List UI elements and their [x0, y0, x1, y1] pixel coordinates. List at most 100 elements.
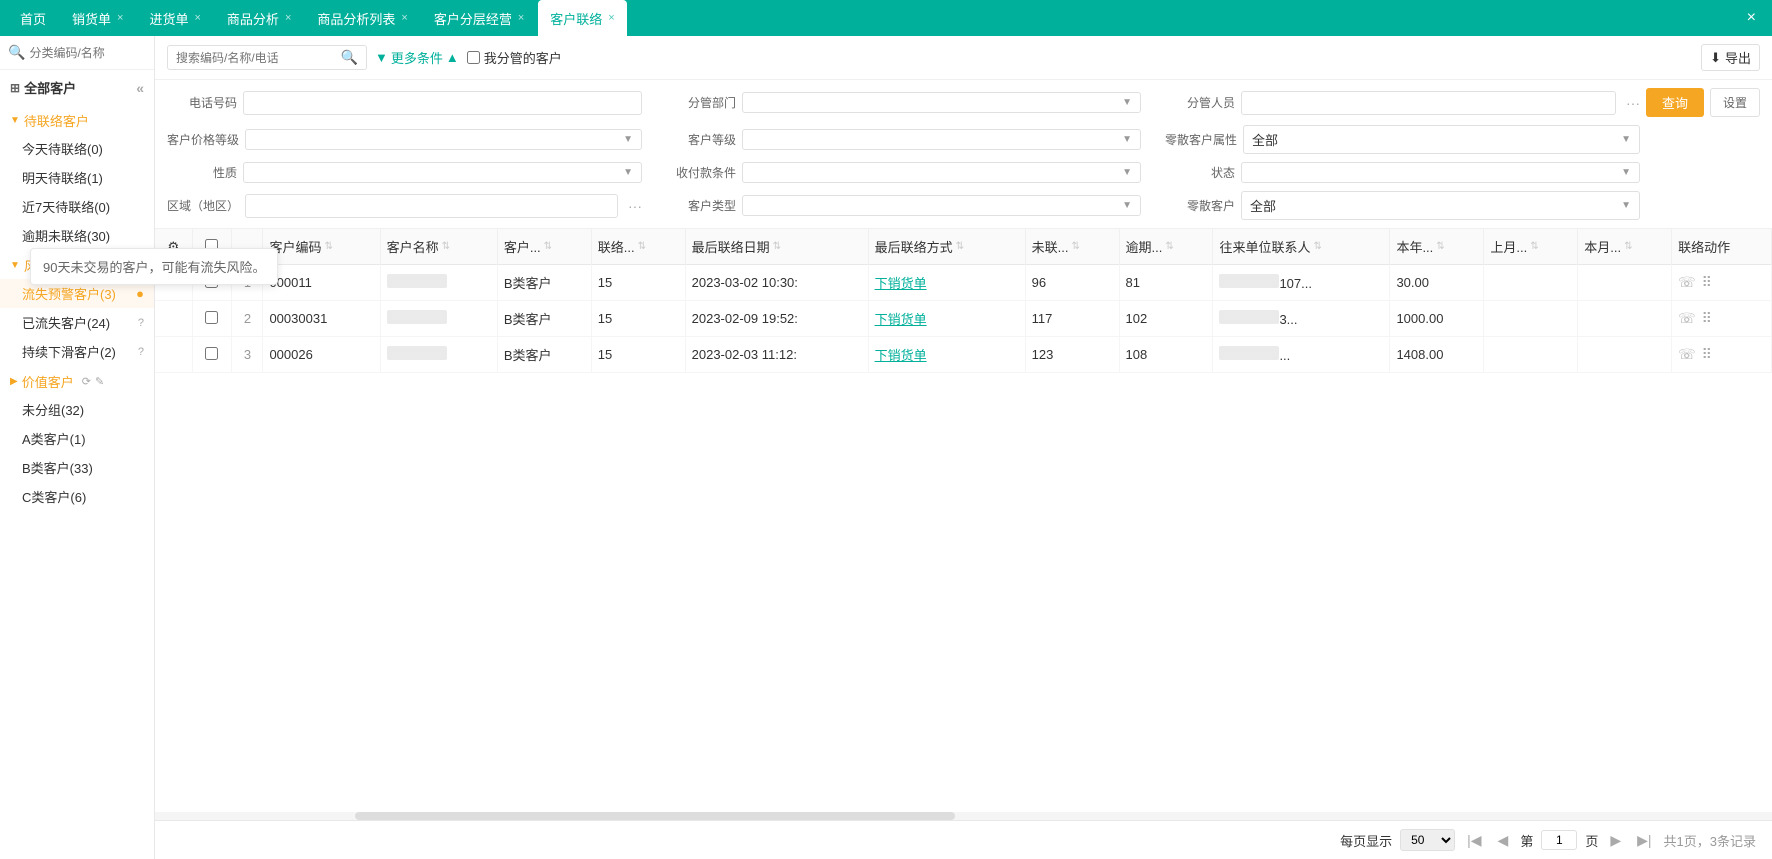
contact-icon[interactable]: ☏	[1678, 274, 1696, 291]
contact-icon[interactable]: ☏	[1678, 310, 1696, 327]
row-unit-contact-1: 107...	[1213, 265, 1390, 301]
sidebar-item-class-b[interactable]: B类客户(33)	[0, 453, 154, 482]
sidebar-group-pending[interactable]: ▼ 待联络客户	[0, 105, 154, 134]
filter-region: 区域（地区） ···	[167, 194, 642, 218]
search-input[interactable]	[176, 51, 337, 65]
more-action-icon[interactable]: ⠿	[1702, 346, 1712, 363]
row-name-3	[380, 337, 497, 373]
filter-phone-label: 电话号码	[167, 94, 237, 111]
filter-retail: 零散客户 全部 ▼	[1165, 191, 1640, 220]
filter-price-select[interactable]: ▼	[245, 129, 642, 150]
filter-retail-attr-select[interactable]: 全部 ▼	[1243, 125, 1640, 154]
scrollbar-thumb[interactable]	[355, 812, 955, 820]
last-month-col-header[interactable]: 上月... ⇅	[1484, 229, 1578, 265]
nav-tab-customer-contact[interactable]: 客户联络 ×	[538, 0, 626, 36]
sort-icon: ⇅	[1436, 241, 1444, 252]
nav-tab-analysis[interactable]: 商品分析 ×	[215, 0, 303, 36]
filter-type-select[interactable]: ▼	[742, 195, 1141, 216]
filter-region-label: 区域（地区）	[167, 197, 239, 214]
close-icon[interactable]: ×	[194, 12, 200, 24]
sidebar-item-class-c[interactable]: C类客户(6)	[0, 482, 154, 511]
prev-page-button[interactable]: ◀	[1494, 832, 1513, 849]
overdue-col-header[interactable]: 逾期... ⇅	[1119, 229, 1213, 265]
more-icon[interactable]: ···	[628, 198, 642, 214]
more-filter-button[interactable]: ▼ 更多条件 ▲	[375, 48, 459, 67]
first-page-button[interactable]: |◀	[1463, 832, 1485, 849]
row-checkbox-3[interactable]	[192, 337, 232, 373]
this-year-col-header[interactable]: 本年... ⇅	[1390, 229, 1484, 265]
this-month-col-header[interactable]: 本月... ⇅	[1578, 229, 1672, 265]
edit-icon[interactable]: ✎	[95, 375, 104, 388]
row-checkbox-2[interactable]	[192, 301, 232, 337]
horizontal-scrollbar[interactable]	[155, 812, 1772, 820]
export-button[interactable]: ⬇ 导出	[1701, 44, 1760, 71]
unit-contact-col-header[interactable]: 往来单位联系人 ⇅	[1213, 229, 1390, 265]
setting-button[interactable]: 设置	[1710, 88, 1760, 117]
sidebar-group-value[interactable]: ▶ 价值客户 ⟳ ✎	[0, 366, 154, 395]
nav-tab-home[interactable]: 首页	[8, 0, 58, 36]
filter-nature-select[interactable]: ▼	[243, 162, 642, 183]
filter-retail-attr: 零散客户属性 全部 ▼	[1165, 125, 1640, 154]
nav-tab-purchase[interactable]: 进货单 ×	[137, 0, 212, 36]
sidebar-item-ungrouped[interactable]: 未分组(32)	[0, 395, 154, 424]
my-customer-input[interactable]	[467, 51, 480, 64]
filter-payment-select[interactable]: ▼	[742, 162, 1141, 183]
filter-level-select[interactable]: ▼	[742, 129, 1141, 150]
risk-tooltip: 90天未交易的客户，可能有流失风险。	[30, 248, 155, 285]
sidebar-item-overdue[interactable]: 逾期未联络(30)	[0, 221, 154, 250]
close-icon[interactable]: ×	[285, 12, 291, 24]
nav-tab-customer-layer[interactable]: 客户分层经营 ×	[422, 0, 536, 36]
name-col-header[interactable]: 客户名称 ⇅	[380, 229, 497, 265]
close-icon[interactable]: ×	[117, 12, 123, 24]
query-button[interactable]: 查询	[1646, 88, 1704, 117]
filter-row-4: 区域（地区） ··· 客户类型 ▼ 零散客户 全部	[167, 191, 1760, 220]
sidebar-item-class-a[interactable]: A类客户(1)	[0, 424, 154, 453]
sidebar-search-input[interactable]	[29, 46, 146, 60]
search-button[interactable]: 🔍	[341, 49, 358, 66]
filter-region-input[interactable]	[245, 194, 618, 218]
filter-status-select[interactable]: ▼	[1241, 162, 1640, 183]
chevron-down-icon: ▼	[1621, 167, 1631, 178]
filter-manager-input[interactable]	[1241, 91, 1616, 115]
type-col-header[interactable]: 客户... ⇅	[497, 229, 591, 265]
filter-dept-select[interactable]: ▼	[742, 92, 1141, 113]
page-number-input[interactable]	[1541, 830, 1577, 850]
sidebar-all-customers[interactable]: ⊞ 全部客户 «	[0, 70, 154, 105]
filter-phone-input[interactable]	[243, 91, 642, 115]
close-icon[interactable]: ×	[608, 12, 614, 24]
more-action-icon[interactable]: ⠿	[1702, 274, 1712, 291]
more-action-icon[interactable]: ⠿	[1702, 310, 1712, 327]
per-page-select[interactable]: 50 100 200	[1400, 829, 1455, 851]
more-icon[interactable]: ···	[1626, 95, 1640, 111]
my-customer-checkbox[interactable]: 我分管的客户	[467, 48, 562, 67]
sidebar-item-tomorrow[interactable]: 明天待联络(1)	[0, 163, 154, 192]
next-page-button[interactable]: ▶	[1606, 832, 1625, 849]
row-last-method-3[interactable]: 下销货单	[868, 337, 1025, 373]
collapse-icon[interactable]: «	[136, 80, 144, 96]
close-icon[interactable]: ×	[401, 12, 407, 24]
row-last-method-1[interactable]: 下销货单	[868, 265, 1025, 301]
window-close-button[interactable]: ×	[1739, 9, 1764, 27]
unlisted-col-header[interactable]: 未联... ⇅	[1025, 229, 1119, 265]
last-date-col-header[interactable]: 最后联络日期 ⇅	[685, 229, 868, 265]
sort-icon: ⇅	[1624, 241, 1632, 252]
close-icon[interactable]: ×	[518, 12, 524, 24]
contact-icon[interactable]: ☏	[1678, 346, 1696, 363]
refresh-icon[interactable]: ⟳	[82, 375, 91, 388]
row-contact-1: 15	[591, 265, 685, 301]
sort-icon: ⇅	[1071, 241, 1079, 252]
sidebar-item-today[interactable]: 今天待联络(0)	[0, 134, 154, 163]
nav-tab-analysis-list[interactable]: 商品分析列表 ×	[305, 0, 419, 36]
last-method-col-header[interactable]: 最后联络方式 ⇅	[868, 229, 1025, 265]
row-contact-3: 15	[591, 337, 685, 373]
sidebar-item-7days[interactable]: 近7天待联络(0)	[0, 192, 154, 221]
sidebar-item-declining[interactable]: 持续下滑客户(2) ?	[0, 337, 154, 366]
code-col-header[interactable]: 客户编码 ⇅	[263, 229, 380, 265]
chevron-down-icon: ▼	[1122, 167, 1132, 178]
row-last-method-2[interactable]: 下销货单	[868, 301, 1025, 337]
last-page-button[interactable]: ▶|	[1633, 832, 1655, 849]
contact-col-header[interactable]: 联络... ⇅	[591, 229, 685, 265]
nav-tab-sales[interactable]: 销货单 ×	[60, 0, 135, 36]
sidebar-item-lost[interactable]: 已流失客户(24) ?	[0, 308, 154, 337]
filter-retail-select[interactable]: 全部 ▼	[1241, 191, 1640, 220]
